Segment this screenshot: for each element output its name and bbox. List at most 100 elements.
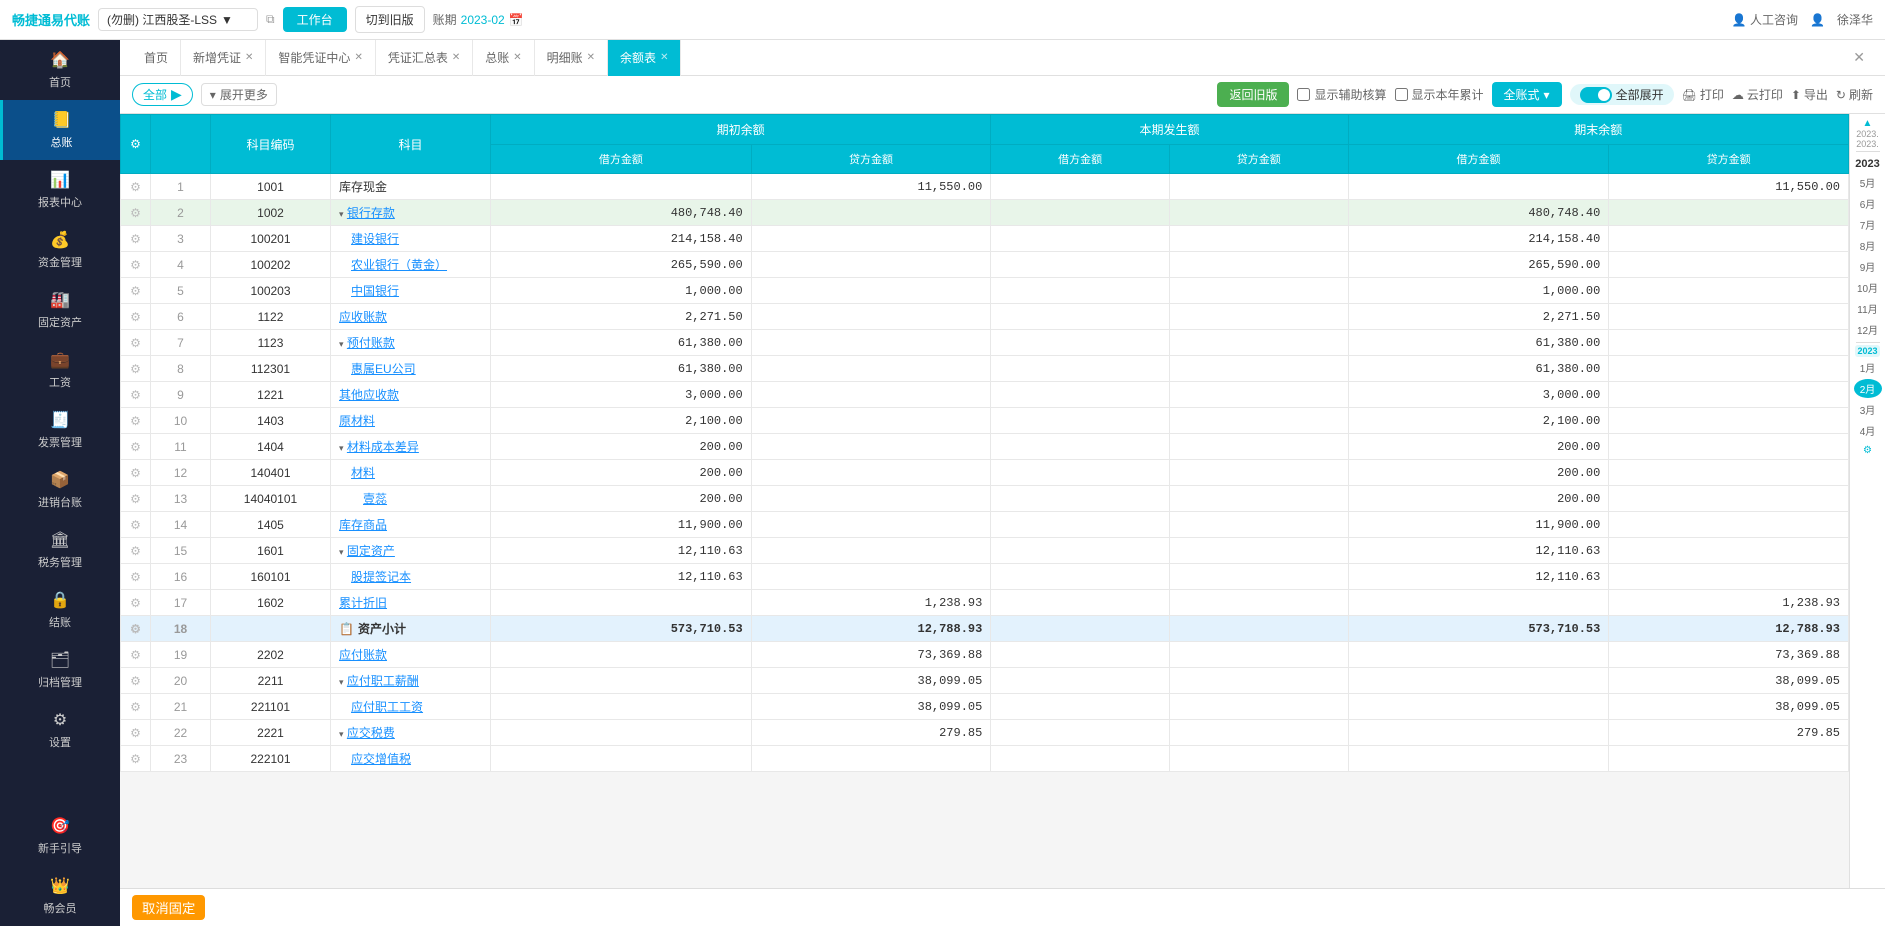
sidebar-item-home[interactable]: 🏠 首页 (0, 40, 120, 100)
account-link[interactable]: 农业银行（黄金） (351, 258, 447, 272)
account-link[interactable]: 银行存款 (347, 206, 395, 220)
row-settings[interactable]: ⚙ (121, 460, 151, 486)
timeline-month-7[interactable]: 7月 (1854, 215, 1882, 234)
show-ytd-checkbox[interactable]: 显示本年累计 (1395, 86, 1484, 103)
sidebar-item-invoice[interactable]: 🧾 发票管理 (0, 400, 120, 460)
row-settings[interactable]: ⚙ (121, 668, 151, 694)
timeline-month-4[interactable]: 4月 (1854, 421, 1882, 440)
account-link[interactable]: 壹蕊 (363, 492, 387, 506)
row-settings[interactable]: ⚙ (121, 408, 151, 434)
tab-voucher-summary-close[interactable]: ✕ (452, 52, 460, 63)
tab-detail-ledger[interactable]: 明细账 ✕ (535, 40, 608, 76)
print-button[interactable]: 🖨 打印 (1682, 86, 1724, 103)
account-link[interactable]: 建设银行 (351, 232, 399, 246)
account-link[interactable]: 惠属EU公司 (351, 362, 416, 376)
row-settings[interactable]: ⚙ (121, 252, 151, 278)
account-link[interactable]: 库存商品 (339, 518, 387, 532)
sidebar-item-guide[interactable]: 🎯 新手引导 (0, 806, 120, 866)
sidebar-item-ledger[interactable]: 📒 总账 (0, 100, 120, 160)
refresh-button[interactable]: ↻ 刷新 (1836, 86, 1873, 103)
sidebar-item-archive[interactable]: 🗂 归档管理 (0, 640, 120, 700)
tab-smart-voucher-close[interactable]: ✕ (354, 52, 362, 63)
timeline-month-11[interactable]: 11月 (1854, 299, 1882, 318)
show-auxiliary-checkbox[interactable]: 显示辅助核算 (1297, 86, 1386, 103)
account-link[interactable]: 预付账款 (347, 336, 395, 350)
account-link[interactable]: 原材料 (339, 414, 375, 428)
timeline-settings-icon[interactable]: ⚙ (1863, 445, 1872, 456)
tab-new-voucher-close[interactable]: ✕ (245, 52, 253, 63)
tab-voucher-summary[interactable]: 凭证汇总表 ✕ (376, 40, 473, 76)
sidebar-item-close[interactable]: 🔒 结账 (0, 580, 120, 640)
account-link[interactable]: 其他应收款 (339, 388, 399, 402)
return-old-version-button[interactable]: 返回旧版 (1217, 82, 1289, 107)
switch-version-button[interactable]: 切到旧版 (355, 6, 425, 33)
tab-balance-close[interactable]: ✕ (660, 52, 668, 63)
close-all-tabs[interactable]: ✕ (1845, 49, 1873, 66)
copy-icon[interactable]: ⧉ (266, 12, 275, 27)
timeline-expand-up[interactable]: ▲ (1863, 118, 1873, 129)
sidebar-item-finance[interactable]: 💰 资金管理 (0, 220, 120, 280)
row-settings[interactable]: ⚙ (121, 486, 151, 512)
timeline-month-9[interactable]: 9月 (1854, 257, 1882, 276)
row-settings[interactable]: ⚙ (121, 434, 151, 460)
account-link[interactable]: 材料 (351, 466, 375, 480)
row-settings[interactable]: ⚙ (121, 330, 151, 356)
expand-more-button[interactable]: ▾ 展开更多 (201, 83, 277, 106)
expand-icon[interactable]: ▾ (339, 677, 344, 687)
timeline-month-10[interactable]: 10月 (1854, 278, 1882, 297)
row-settings[interactable]: ⚙ (121, 746, 151, 772)
row-settings[interactable]: ⚙ (121, 538, 151, 564)
tab-smart-voucher[interactable]: 智能凭证中心 ✕ (266, 40, 375, 76)
account-link[interactable]: 股提签记本 (351, 570, 411, 584)
sidebar-item-payroll[interactable]: 💼 工资 (0, 340, 120, 400)
timeline-month-2[interactable]: 2月 (1854, 379, 1882, 398)
expand-icon[interactable]: ▾ (339, 443, 344, 453)
tab-home[interactable]: 首页 (132, 40, 181, 76)
account-link[interactable]: 中国银行 (351, 284, 399, 298)
row-settings[interactable]: ⚙ (121, 590, 151, 616)
export-button[interactable]: ⬆ 导出 (1791, 86, 1828, 103)
account-link[interactable]: 应交增值税 (351, 752, 411, 766)
expand-icon[interactable]: ▾ (339, 339, 344, 349)
timeline-month-5[interactable]: 5月 (1854, 173, 1882, 192)
show-ytd-input[interactable] (1395, 88, 1408, 101)
tab-general-ledger[interactable]: 总账 ✕ (473, 40, 534, 76)
row-settings[interactable]: ⚙ (121, 564, 151, 590)
row-settings[interactable]: ⚙ (121, 694, 151, 720)
row-settings[interactable]: ⚙ (121, 382, 151, 408)
expand-all-toggle[interactable]: 全部展开 (1570, 84, 1674, 105)
account-link[interactable]: 应收账款 (339, 310, 387, 324)
sidebar-item-tax[interactable]: 🏛 税务管理 (0, 520, 120, 580)
user-service[interactable]: 👤 人工咨询 (1732, 11, 1798, 28)
row-settings[interactable]: ⚙ (121, 174, 151, 200)
workbench-button[interactable]: 工作台 (283, 7, 347, 32)
timeline-month-12[interactable]: 12月 (1854, 320, 1882, 339)
tab-balance[interactable]: 余额表 ✕ (608, 40, 681, 76)
filter-all-button[interactable]: 全部 ▶ (132, 83, 193, 106)
row-settings[interactable]: ⚙ (121, 616, 151, 642)
row-settings[interactable]: ⚙ (121, 226, 151, 252)
row-settings[interactable]: ⚙ (121, 720, 151, 746)
account-link[interactable]: 应付账款 (339, 648, 387, 662)
row-settings[interactable]: ⚙ (121, 200, 151, 226)
unlock-fixed-button[interactable]: 取消固定 (132, 895, 205, 920)
timeline-month-1[interactable]: 1月 (1854, 358, 1882, 377)
account-link[interactable]: 固定资产 (347, 544, 395, 558)
account-link[interactable]: 材料成本差异 (347, 440, 419, 454)
sidebar-item-settings[interactable]: ⚙ 设置 (0, 700, 120, 760)
timeline-month-6[interactable]: 6月 (1854, 194, 1882, 213)
row-settings[interactable]: ⚙ (121, 278, 151, 304)
full-style-button[interactable]: 全账式 ▾ (1492, 82, 1562, 107)
account-link[interactable]: 应交税费 (347, 726, 395, 740)
timeline-month-8[interactable]: 8月 (1854, 236, 1882, 255)
row-settings[interactable]: ⚙ (121, 304, 151, 330)
row-settings[interactable]: ⚙ (121, 512, 151, 538)
show-auxiliary-input[interactable] (1297, 88, 1310, 101)
sidebar-item-fixed-assets[interactable]: 🏭 固定资产 (0, 280, 120, 340)
tab-general-ledger-close[interactable]: ✕ (513, 52, 521, 63)
sidebar-item-report[interactable]: 📊 报表中心 (0, 160, 120, 220)
expand-icon[interactable]: ▾ (339, 547, 344, 557)
tab-detail-ledger-close[interactable]: ✕ (587, 52, 595, 63)
row-settings[interactable]: ⚙ (121, 642, 151, 668)
account-link[interactable]: 应付职工薪酬 (347, 674, 419, 688)
